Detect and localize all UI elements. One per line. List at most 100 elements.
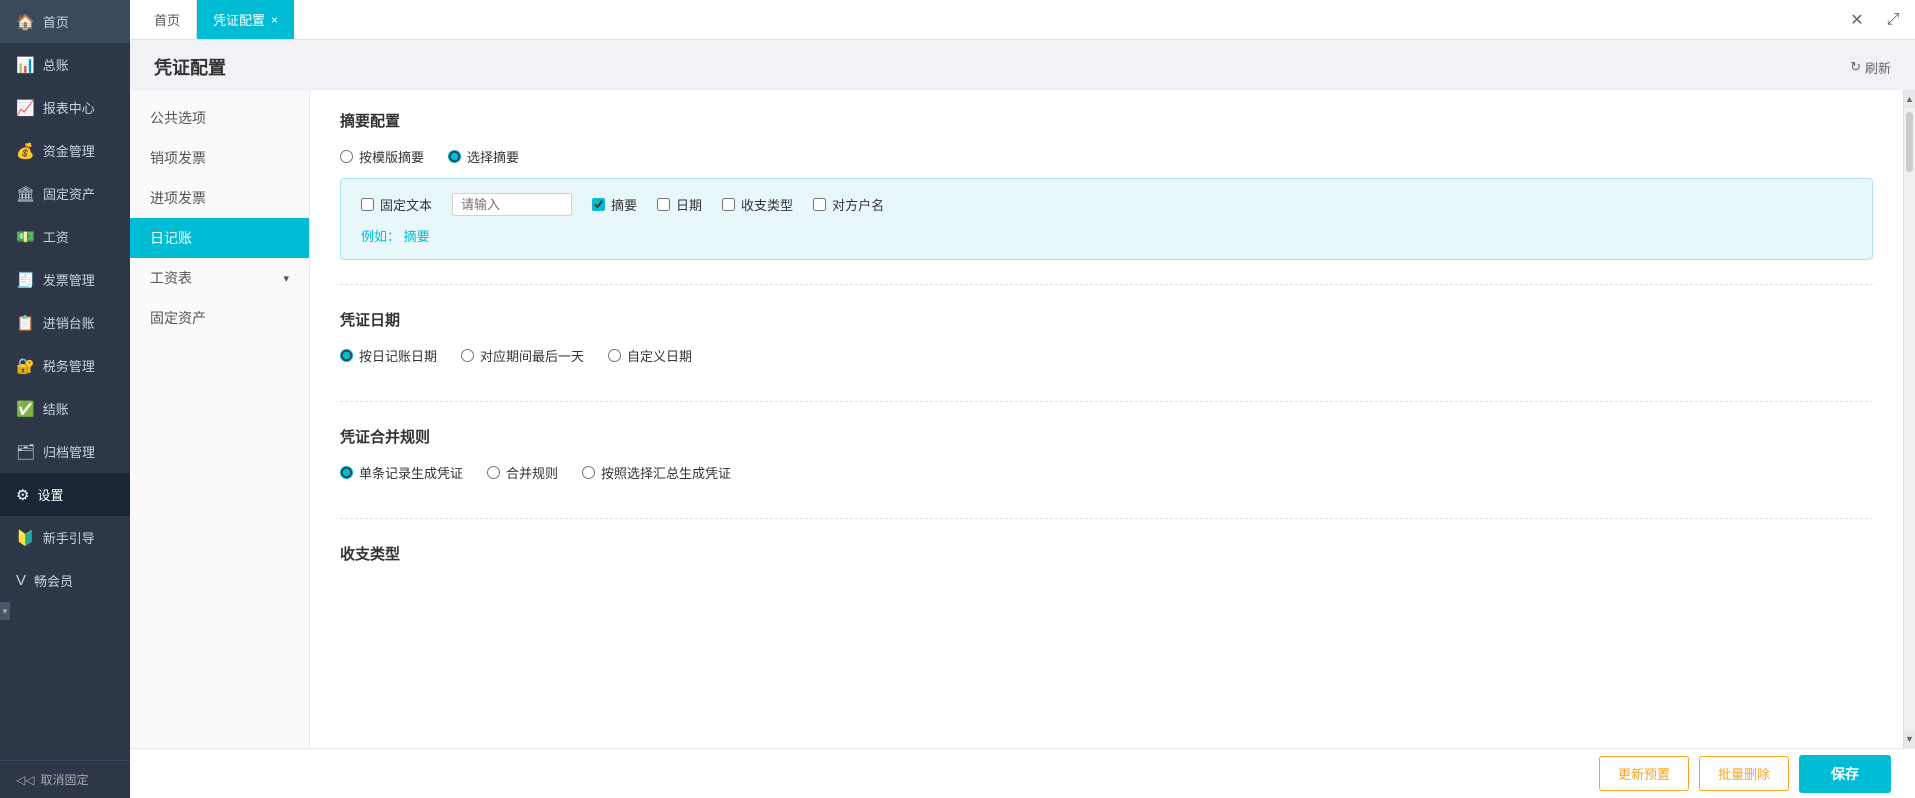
sidebar-label-12: 新手引导	[43, 528, 95, 547]
save-button[interactable]: 保存	[1799, 755, 1891, 793]
radio-single-record[interactable]: 单条记录生成凭证	[340, 463, 463, 482]
sidebar-icon-11: ⚙	[16, 486, 29, 504]
sidebar-item-2[interactable]: 📈报表中心	[0, 86, 130, 129]
tab-close-button[interactable]: ×	[271, 13, 278, 27]
radio-last-day-of-period-label: 对应期间最后一天	[480, 346, 584, 365]
checkbox-income-type[interactable]: 收支类型	[722, 195, 793, 214]
sidebar-item-7[interactable]: 📋 进销台账	[0, 301, 130, 344]
voucher-date-section: 凭证日期 按日记账日期 对应期间最后一天 自定义日期	[340, 309, 1873, 402]
left-nav-chevron-4: ▾	[283, 272, 289, 285]
checkbox-counterpart-name[interactable]: 对方户名	[813, 195, 884, 214]
sidebar-scroll-down[interactable]: ▼	[0, 602, 10, 620]
left-nav-item-公共选项[interactable]: 公共选项	[130, 98, 309, 138]
summary-config-box: 固定文本 摘要 日期	[340, 178, 1873, 260]
sidebar-item-6[interactable]: 🧾发票管理	[0, 258, 130, 301]
checkbox-income-type-input[interactable]	[722, 198, 735, 211]
sidebar-item-10[interactable]: 🗂归档管理	[0, 430, 130, 473]
checkbox-summary-label: 摘要	[611, 195, 637, 214]
radio-custom-date-input[interactable]	[608, 349, 621, 362]
radio-template-summary[interactable]: 按模版摘要	[340, 147, 424, 166]
radio-template-summary-input[interactable]	[340, 150, 353, 163]
left-nav-item-固定资产[interactable]: 固定资产	[130, 298, 309, 338]
right-scrollbar: ▲ ▼	[1903, 90, 1915, 748]
resize-icon: ⤢	[1887, 11, 1900, 29]
checkbox-summary-input[interactable]	[592, 198, 605, 211]
sidebar-label-4: 固定资产	[43, 184, 95, 203]
scroll-thumb[interactable]	[1906, 112, 1913, 172]
radio-select-summary[interactable]: 选择摘要	[448, 147, 519, 166]
sidebar-icon-0: 🏠	[16, 13, 35, 31]
checkbox-date-input[interactable]	[657, 198, 670, 211]
sidebar-item-9[interactable]: ✅结账	[0, 387, 130, 430]
checkbox-summary[interactable]: 摘要	[592, 195, 637, 214]
radio-by-journal-date-label: 按日记账日期	[359, 346, 437, 365]
radio-single-record-input[interactable]	[340, 466, 353, 479]
radio-custom-date[interactable]: 自定义日期	[608, 346, 692, 365]
left-nav-label-4: 工资表	[150, 268, 192, 288]
sidebar-item-8[interactable]: 🔐税务管理	[0, 344, 130, 387]
sidebar-item-0[interactable]: 🏠首页	[0, 0, 130, 43]
sidebar-icon-7: 📋	[16, 314, 35, 332]
sidebar-item-1[interactable]: 📊总账	[0, 43, 130, 86]
sidebar-item-5[interactable]: 💵工资	[0, 215, 130, 258]
sidebar-item-4[interactable]: 🏛 固定资产	[0, 172, 130, 215]
sidebar-unpin-button[interactable]: ◁◁ 取消固定	[0, 760, 130, 798]
left-nav-item-进项发票[interactable]: 进项发票	[130, 178, 309, 218]
fixed-text-input[interactable]	[452, 193, 572, 216]
window-resize-button[interactable]: ⤢	[1879, 6, 1907, 34]
checkbox-counterpart-name-input[interactable]	[813, 198, 826, 211]
radio-by-journal-date-input[interactable]	[340, 349, 353, 362]
refresh-label: 刷新	[1865, 58, 1891, 77]
tab-bar-right: ✕ ⤢	[1843, 6, 1907, 34]
window-close-button[interactable]: ✕	[1843, 6, 1871, 34]
radio-last-day-of-period-input[interactable]	[461, 349, 474, 362]
radio-select-summary-label: 选择摘要	[467, 147, 519, 166]
page-header: 凭证配置 ↻ 刷新	[130, 40, 1915, 90]
radio-merge-rule[interactable]: 合并规则	[487, 463, 558, 482]
page-content: 凭证配置 ↻ 刷新 公共选项销项发票进项发票日记账工资表 ▾ 固定资产 摘要配置 按…	[130, 40, 1915, 798]
left-nav-label-5: 固定资产	[150, 308, 206, 328]
left-nav-item-日记账[interactable]: 日记账	[130, 218, 309, 258]
checkbox-fixed-text[interactable]: 固定文本	[361, 195, 432, 214]
radio-select-summary-input[interactable]	[448, 150, 461, 163]
checkbox-income-type-label: 收支类型	[741, 195, 793, 214]
radio-by-journal-date[interactable]: 按日记账日期	[340, 346, 437, 365]
update-preview-button[interactable]: 更新预置	[1599, 756, 1689, 791]
content-layout: 公共选项销项发票进项发票日记账工资表 ▾ 固定资产 摘要配置 按模版摘要 选择摘要	[130, 90, 1915, 748]
sidebar-icon-3: 💰	[16, 142, 35, 160]
left-nav: 公共选项销项发票进项发票日记账工资表 ▾ 固定资产	[130, 90, 310, 748]
scroll-up-btn[interactable]: ▲	[1904, 90, 1915, 108]
checkbox-date[interactable]: 日期	[657, 195, 702, 214]
page-title: 凭证配置	[154, 54, 226, 80]
sidebar-icon-12: 🔰	[16, 529, 35, 547]
voucher-date-radio-group: 按日记账日期 对应期间最后一天 自定义日期	[340, 346, 1873, 365]
checkbox-fixed-text-input[interactable]	[361, 198, 374, 211]
tab-voucher-config[interactable]: 凭证配置 ×	[197, 0, 294, 39]
sidebar-item-3[interactable]: 💰资金管理	[0, 129, 130, 172]
left-nav-item-销项发票[interactable]: 销项发票	[130, 138, 309, 178]
tab-home[interactable]: 首页	[138, 0, 197, 39]
sidebar-icon-1: 📊	[16, 56, 35, 74]
receipt-type-title: 收支类型	[340, 543, 1873, 564]
sidebar-icon-13: V	[16, 572, 26, 589]
radio-merge-rule-input[interactable]	[487, 466, 500, 479]
sidebar-label-7: 进销台账	[43, 313, 95, 332]
sidebar-item-11[interactable]: ⚙设置	[0, 473, 130, 516]
sidebar-icon-4: 🏛	[16, 185, 35, 203]
radio-single-record-label: 单条记录生成凭证	[359, 463, 463, 482]
radio-last-day-of-period[interactable]: 对应期间最后一天	[461, 346, 584, 365]
merge-rules-title: 凭证合并规则	[340, 426, 1873, 447]
sidebar-item-12[interactable]: 🔰 新手引导	[0, 516, 130, 559]
summary-checkbox-row: 固定文本 摘要 日期	[361, 193, 1852, 216]
radio-summary-by-selection-input[interactable]	[582, 466, 595, 479]
radio-summary-by-selection[interactable]: 按照选择汇总生成凭证	[582, 463, 731, 482]
summary-config-section: 摘要配置 按模版摘要 选择摘要	[340, 110, 1873, 285]
sidebar-unpin-label: 取消固定	[40, 771, 88, 788]
sidebar-label-8: 税务管理	[43, 356, 95, 375]
left-nav-item-工资表[interactable]: 工资表 ▾	[130, 258, 309, 298]
batch-delete-button[interactable]: 批量删除	[1699, 756, 1789, 791]
scroll-down-btn[interactable]: ▼	[1904, 730, 1915, 748]
refresh-button[interactable]: ↻ 刷新	[1850, 58, 1891, 77]
sidebar-item-13[interactable]: V畅会员	[0, 559, 130, 602]
left-nav-label-0: 公共选项	[150, 108, 206, 128]
